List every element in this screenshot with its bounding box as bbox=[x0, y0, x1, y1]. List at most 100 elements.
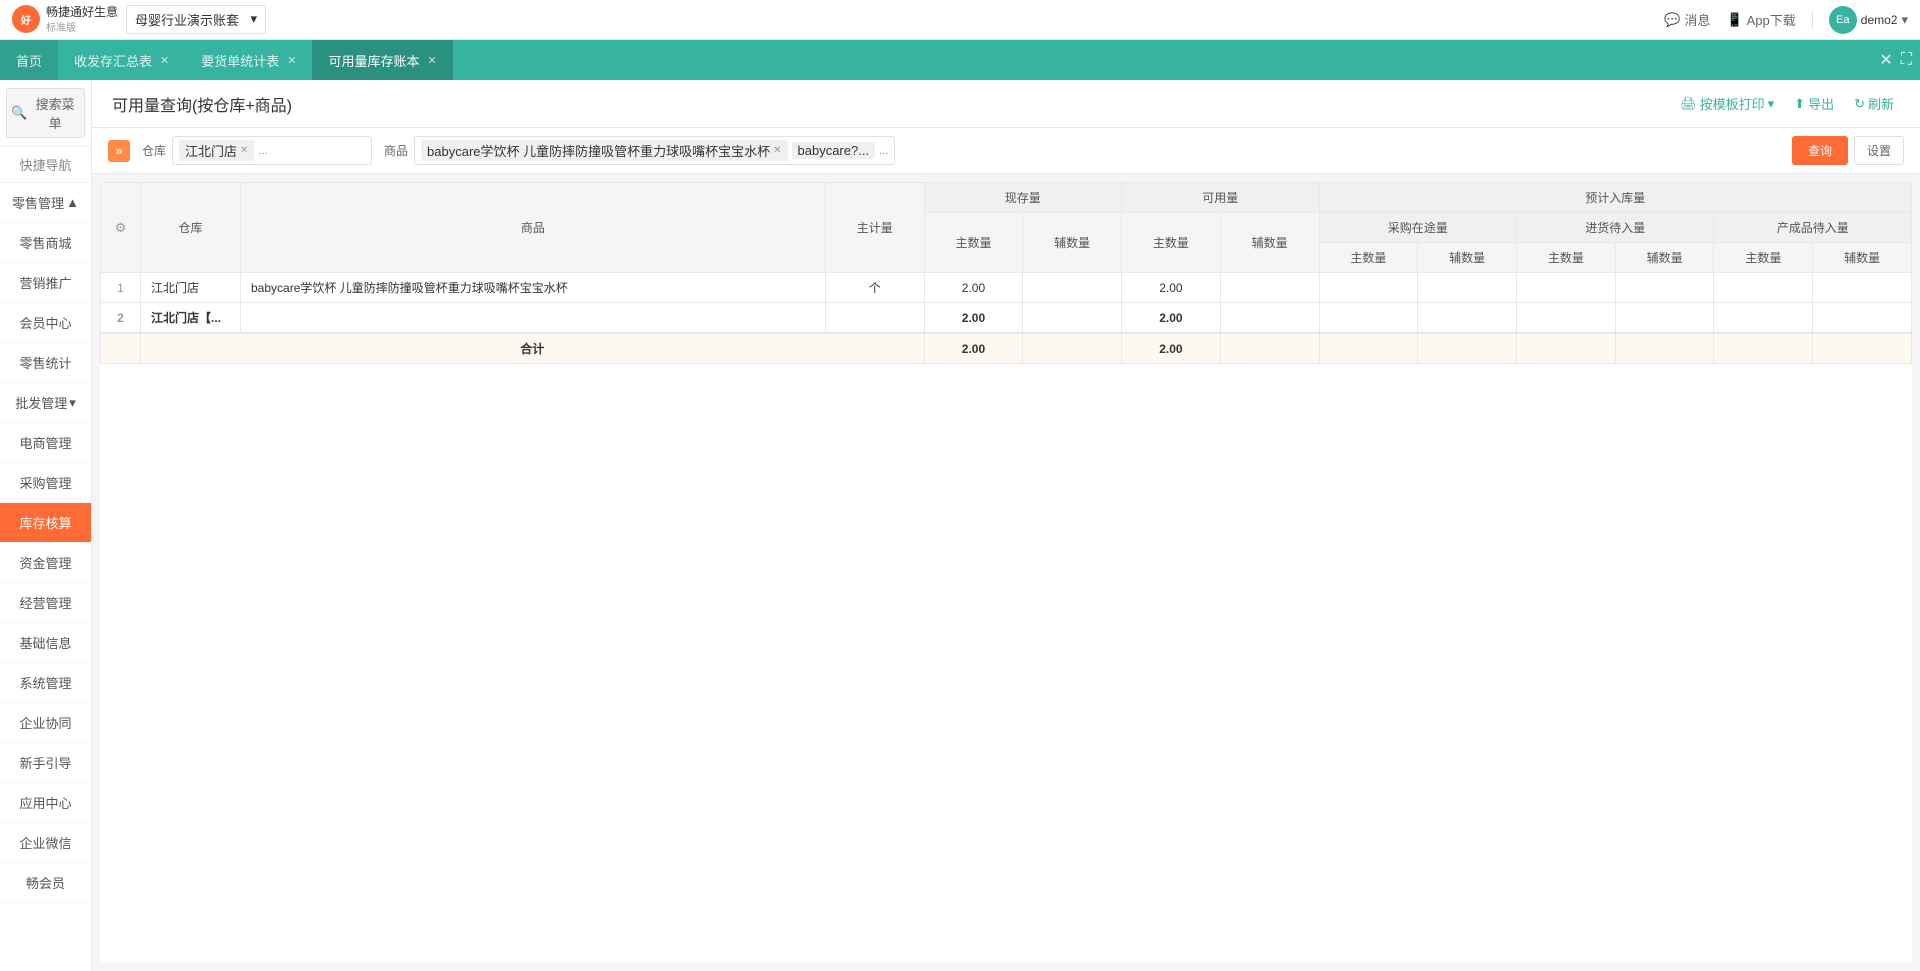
footer-label: 合计 bbox=[141, 333, 925, 364]
print-button[interactable]: 🖨 按模板打印 ▾ bbox=[1674, 90, 1780, 117]
product-more-icon[interactable]: ... bbox=[879, 145, 888, 157]
sidebar-item-wholesale[interactable]: 批发管理 ▾ bbox=[0, 383, 91, 423]
th-settings[interactable]: ⚙ bbox=[101, 183, 141, 273]
footer-arr-aux bbox=[1615, 333, 1714, 364]
tab-yaohuo[interactable]: 要货单统计表 ✕ bbox=[185, 40, 312, 80]
sidebar-item-basic[interactable]: 基础信息 bbox=[0, 623, 91, 663]
warehouse-tag-close[interactable]: ✕ bbox=[240, 145, 248, 156]
sidebar-item-member[interactable]: 会员中心 bbox=[0, 303, 91, 343]
row2-avail-aux bbox=[1220, 303, 1319, 334]
message-label: 消息 bbox=[1684, 10, 1710, 29]
industry-name: 母婴行业演示账套 bbox=[135, 10, 239, 29]
sidebar-item-enterprise[interactable]: 企业协同 bbox=[0, 703, 91, 743]
search-menu-label: 搜索菜单 bbox=[30, 94, 80, 132]
footer-arr-main bbox=[1516, 333, 1615, 364]
expand-button[interactable]: » bbox=[108, 140, 130, 162]
sidebar-wechat-label: 企业微信 bbox=[19, 836, 71, 851]
sidebar-item-vip[interactable]: 畅会员 bbox=[0, 863, 91, 903]
warehouse-filter-input[interactable]: 江北门店 ✕ ... bbox=[172, 136, 372, 165]
tab-shoufacun[interactable]: 收发存汇总表 ✕ bbox=[58, 40, 185, 80]
message-action[interactable]: 💬 消息 bbox=[1664, 10, 1710, 29]
row1-prod-main bbox=[1714, 273, 1813, 303]
product-tag-2: babycare?... bbox=[792, 142, 876, 159]
sidebar-item-retail-mall[interactable]: 零售商城 bbox=[0, 223, 91, 263]
logo-text-area: 畅捷通好生意 标准版 bbox=[46, 5, 118, 34]
product-filter-input[interactable]: babycare学饮杯 儿童防摔防撞吸管杯重力球吸嘴杯宝宝水杯 ✕ babyca… bbox=[414, 136, 895, 165]
sidebar-item-marketing[interactable]: 营销推广 bbox=[0, 263, 91, 303]
sidebar-item-operations[interactable]: 经营管理 bbox=[0, 583, 91, 623]
sidebar-item-retail[interactable]: 零售管理 ▲ bbox=[0, 183, 91, 223]
refresh-button[interactable]: ↻ 刷新 bbox=[1848, 90, 1900, 117]
tab-shoufacun-label: 收发存汇总表 bbox=[74, 51, 152, 70]
row2-prod-aux bbox=[1813, 303, 1912, 334]
th-stock-aux: 辅数量 bbox=[1023, 213, 1122, 273]
top-bar: 好 畅捷通好生意 标准版 母婴行业演示账套 ▾ 💬 消息 📱 App下载 Ea … bbox=[0, 0, 1920, 40]
sidebar-purchase-label: 采购管理 bbox=[19, 476, 71, 491]
sidebar-item-purchase[interactable]: 采购管理 bbox=[0, 463, 91, 503]
th-stock-main: 主数量 bbox=[924, 213, 1023, 273]
sidebar-member-label: 会员中心 bbox=[19, 316, 71, 331]
nav-tabs-right: ✕ ⛶ bbox=[1879, 40, 1920, 80]
print-chevron: ▾ bbox=[1768, 96, 1775, 112]
sidebar-item-newbie[interactable]: 新手引导 bbox=[0, 743, 91, 783]
warehouse-more-icon[interactable]: ... bbox=[258, 145, 267, 157]
app-download-action[interactable]: 📱 App下载 bbox=[1726, 10, 1795, 29]
tab-keyongliang[interactable]: 可用量库存账本 ✕ bbox=[312, 40, 452, 80]
row1-no: 1 bbox=[101, 273, 141, 303]
row2-avail-main: 2.00 bbox=[1122, 303, 1221, 334]
footer-stock-aux bbox=[1023, 333, 1122, 364]
sidebar-basic-label: 基础信息 bbox=[19, 636, 71, 651]
row1-arr-aux bbox=[1615, 273, 1714, 303]
footer-avail-main: 2.00 bbox=[1122, 333, 1221, 364]
tab-shoufacun-close[interactable]: ✕ bbox=[160, 54, 169, 67]
settings-button[interactable]: 设置 bbox=[1854, 136, 1904, 165]
sidebar-item-wechat[interactable]: 企业微信 bbox=[0, 823, 91, 863]
sidebar-item-inventory[interactable]: 库存核算 bbox=[0, 503, 91, 543]
sidebar-item-finance[interactable]: 资金管理 bbox=[0, 543, 91, 583]
warehouse-tag: 江北门店 ✕ bbox=[179, 140, 254, 161]
product-tag-1-close[interactable]: ✕ bbox=[773, 145, 781, 156]
export-button[interactable]: ⬆ 导出 bbox=[1788, 90, 1840, 117]
sidebar-quick-nav[interactable]: 快捷导航 bbox=[0, 147, 91, 183]
row1-pur-aux bbox=[1418, 273, 1517, 303]
row1-avail-aux bbox=[1220, 273, 1319, 303]
nav-close-icon[interactable]: ✕ bbox=[1879, 50, 1892, 70]
sidebar-vip-label: 畅会员 bbox=[26, 876, 65, 891]
divider bbox=[1812, 12, 1813, 28]
tab-home[interactable]: 首页 bbox=[0, 40, 58, 80]
product-filter-group: 商品 babycare学饮杯 儿童防摔防撞吸管杯重力球吸嘴杯宝宝水杯 ✕ bab… bbox=[384, 136, 895, 165]
user-chevron-icon: ▾ bbox=[1901, 12, 1908, 28]
sidebar-retail-stats-label: 零售统计 bbox=[19, 356, 71, 371]
industry-selector[interactable]: 母婴行业演示账套 ▾ bbox=[126, 5, 266, 34]
row1-pur-main bbox=[1319, 273, 1418, 303]
logo-text: 畅捷通好生意 bbox=[46, 5, 118, 19]
tab-keyongliang-close[interactable]: ✕ bbox=[428, 54, 437, 67]
sidebar-operations-label: 经营管理 bbox=[19, 596, 71, 611]
sidebar-item-system[interactable]: 系统管理 bbox=[0, 663, 91, 703]
sidebar-item-ecommerce[interactable]: 电商管理 bbox=[0, 423, 91, 463]
row2-prod-main bbox=[1714, 303, 1813, 334]
logo-icon: 好 bbox=[12, 5, 40, 33]
tab-yaohuo-close[interactable]: ✕ bbox=[287, 54, 296, 67]
sidebar-item-retail-stats[interactable]: 零售统计 bbox=[0, 343, 91, 383]
user-area[interactable]: Ea demo2 ▾ bbox=[1829, 6, 1908, 34]
sidebar-apps-label: 应用中心 bbox=[19, 796, 71, 811]
row2-stock-main: 2.00 bbox=[924, 303, 1023, 334]
refresh-label: 刷新 bbox=[1868, 94, 1894, 113]
footer-prod-aux bbox=[1813, 333, 1912, 364]
nav-expand-icon[interactable]: ⛶ bbox=[1901, 51, 1912, 69]
row2-stock-aux bbox=[1023, 303, 1122, 334]
settings-icon: ⚙ bbox=[115, 220, 127, 235]
sidebar-item-apps[interactable]: 应用中心 bbox=[0, 783, 91, 823]
tab-yaohuo-label: 要货单统计表 bbox=[201, 51, 279, 70]
search-menu-button[interactable]: 🔍 搜索菜单 bbox=[6, 88, 85, 138]
sidebar-ecommerce-label: 电商管理 bbox=[19, 436, 71, 451]
query-button[interactable]: 查询 bbox=[1792, 136, 1848, 165]
sidebar-newbie-label: 新手引导 bbox=[19, 756, 71, 771]
logo-area: 好 畅捷通好生意 标准版 bbox=[12, 5, 118, 34]
sidebar-retail-mall-label: 零售商城 bbox=[19, 236, 71, 251]
page-actions: 🖨 按模板打印 ▾ ⬆ 导出 ↻ 刷新 bbox=[1674, 90, 1900, 117]
th-arrival-group: 进货待入量 bbox=[1516, 213, 1713, 243]
top-bar-right: 💬 消息 📱 App下载 Ea demo2 ▾ bbox=[1664, 6, 1908, 34]
th-prod-main: 主数量 bbox=[1714, 243, 1813, 273]
